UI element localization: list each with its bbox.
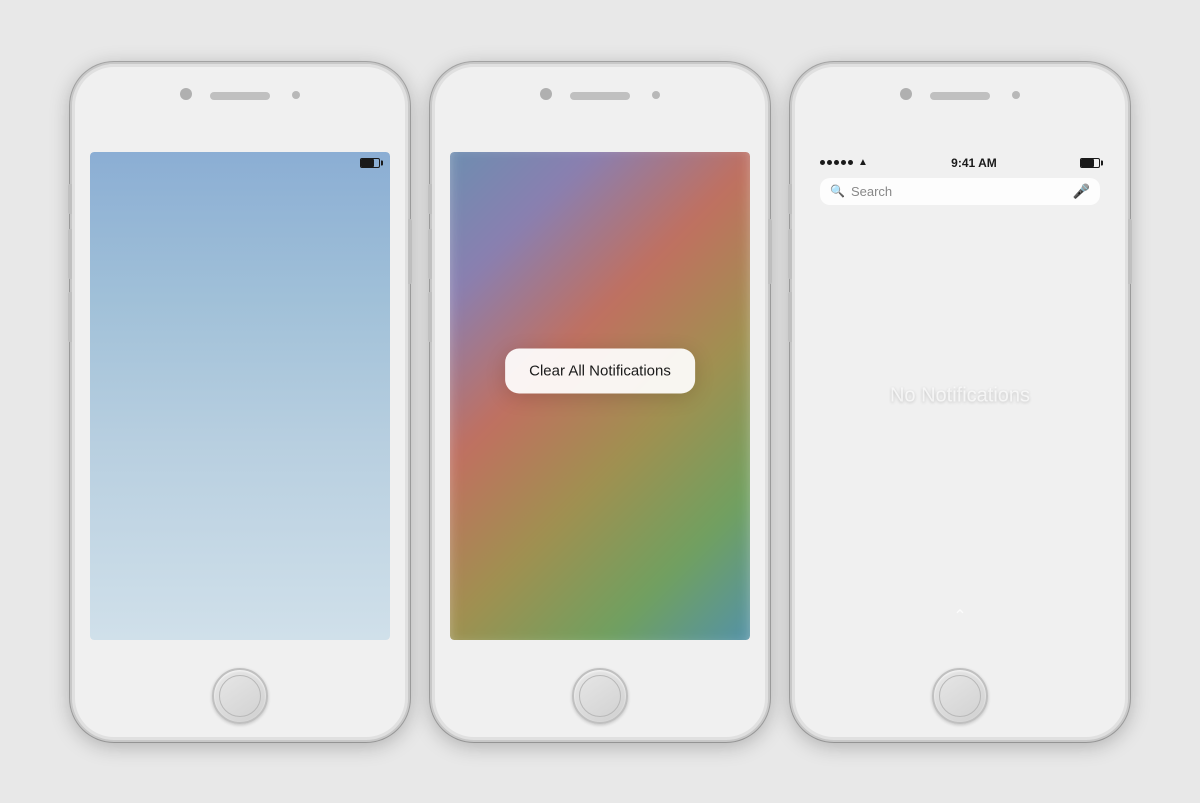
volume-up-button-3 — [788, 229, 792, 279]
speaker-2 — [570, 92, 630, 100]
screen-2: Clear All Notifications — [450, 152, 750, 640]
dot-3-3 — [834, 160, 839, 165]
clear-all-popup[interactable]: Clear All Notifications — [505, 349, 695, 394]
search-placeholder-3: Search — [851, 184, 1067, 199]
power-button-2 — [768, 219, 772, 284]
volume-down-button — [68, 292, 72, 342]
sensor — [292, 91, 300, 99]
notification-background — [90, 152, 390, 640]
volume-down-button-3 — [788, 292, 792, 342]
wifi-icon-3: ▲ — [858, 157, 868, 168]
volume-up-button-2 — [428, 229, 432, 279]
dot-3-1 — [820, 160, 825, 165]
phone-no-notifications: ▲ 9:41 AM 🔍 Search 🎤 No Notific — [790, 62, 1130, 742]
battery-fill-3 — [1081, 159, 1094, 167]
volume-down-button-2 — [428, 292, 432, 342]
swipe-chevron-icon-3: ⌃ — [953, 606, 966, 626]
phone-notifications: ▲ 9:41 AM 🔍 Search 🎤 — [70, 62, 410, 742]
status-bar-3: ▲ 9:41 AM — [810, 152, 1110, 174]
blurred-background-2 — [450, 152, 750, 640]
home-button-2[interactable] — [572, 668, 628, 724]
signal-dots-3 — [820, 160, 853, 165]
search-icon-3: 🔍 — [830, 184, 845, 198]
dot-3-2 — [827, 160, 832, 165]
dot-3-5 — [848, 160, 853, 165]
swipe-hint-3: ⌃ — [810, 600, 1110, 632]
camera-3 — [900, 88, 912, 100]
status-right-3 — [1080, 158, 1100, 168]
mute-switch-3 — [788, 184, 792, 214]
phone-body-1: ▲ 9:41 AM 🔍 Search 🎤 — [70, 62, 410, 742]
home-button-1[interactable] — [212, 668, 268, 724]
screen-1: ▲ 9:41 AM 🔍 Search 🎤 — [90, 152, 390, 640]
phone-body-2: Clear All Notifications — [430, 62, 770, 742]
search-bar-3[interactable]: 🔍 Search 🎤 — [820, 178, 1100, 205]
sensor-3 — [1012, 91, 1020, 99]
mute-switch-2 — [428, 184, 432, 214]
screen-3: ▲ 9:41 AM 🔍 Search 🎤 No Notific — [810, 152, 1110, 640]
sensor-2 — [652, 91, 660, 99]
camera-2 — [540, 88, 552, 100]
camera — [180, 88, 192, 100]
phone-body-3: ▲ 9:41 AM 🔍 Search 🎤 No Notific — [790, 62, 1130, 742]
home-button-3[interactable] — [932, 668, 988, 724]
status-time-3: 9:41 AM — [951, 156, 997, 170]
status-right-1 — [360, 158, 380, 168]
status-left-3: ▲ — [820, 157, 868, 168]
speaker-3 — [930, 92, 990, 100]
volume-up-button — [68, 229, 72, 279]
phone-clear-all: Clear All Notifications — [430, 62, 770, 742]
no-notifications-label: No Notifications — [890, 384, 1030, 407]
dot-3-4 — [841, 160, 846, 165]
battery-icon-1 — [360, 158, 380, 168]
power-button — [408, 219, 412, 284]
mic-icon-3[interactable]: 🎤 — [1073, 183, 1090, 200]
battery-fill-1 — [361, 159, 374, 167]
battery-icon-3 — [1080, 158, 1100, 168]
mute-switch — [68, 184, 72, 214]
power-button-3 — [1128, 219, 1132, 284]
speaker — [210, 92, 270, 100]
